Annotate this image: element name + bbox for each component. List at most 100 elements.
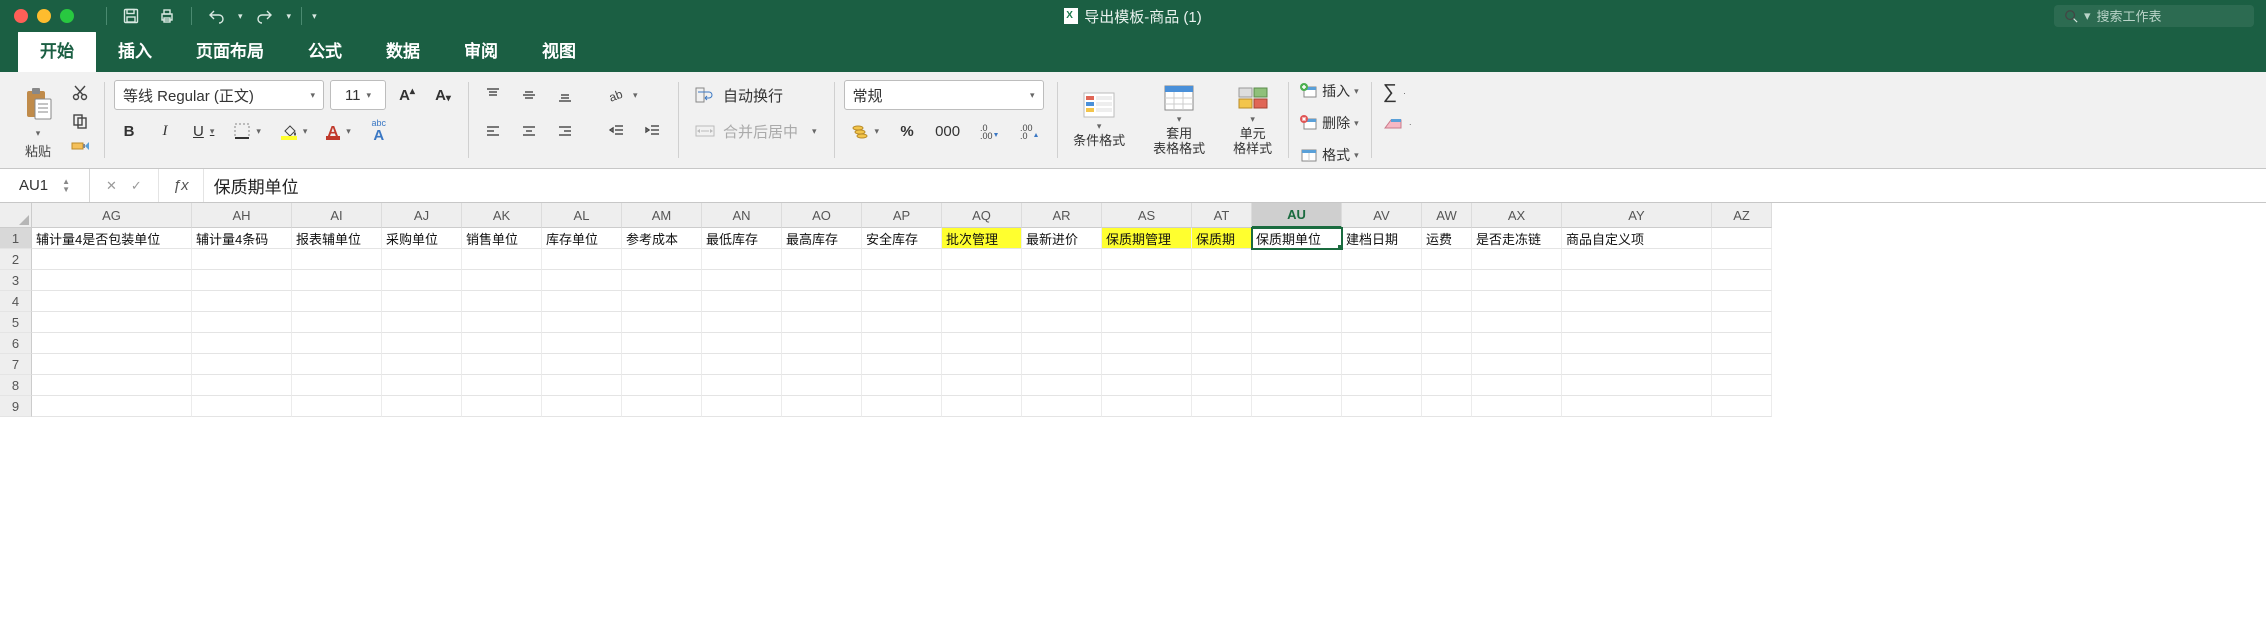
cell-AV8[interactable]: [1342, 375, 1422, 396]
cell-AJ6[interactable]: [382, 333, 462, 354]
cell-AM5[interactable]: [622, 312, 702, 333]
cell-AJ4[interactable]: [382, 291, 462, 312]
column-header-AH[interactable]: AH: [192, 203, 292, 228]
decrease-decimal-button[interactable]: .00.0: [1013, 116, 1047, 146]
cell-AX3[interactable]: [1472, 270, 1562, 291]
cell-AO5[interactable]: [782, 312, 862, 333]
cell-AI3[interactable]: [292, 270, 382, 291]
column-header-AM[interactable]: AM: [622, 203, 702, 228]
select-all-corner[interactable]: [0, 203, 32, 228]
save-icon[interactable]: [117, 4, 145, 28]
cell-AQ8[interactable]: [942, 375, 1022, 396]
cell-AS8[interactable]: [1102, 375, 1192, 396]
cell-AZ3[interactable]: [1712, 270, 1772, 291]
cell-AR5[interactable]: [1022, 312, 1102, 333]
undo-dropdown-icon[interactable]: ▾: [238, 11, 243, 22]
cell-AT3[interactable]: [1192, 270, 1252, 291]
cell-AL8[interactable]: [542, 375, 622, 396]
column-header-AW[interactable]: AW: [1422, 203, 1472, 228]
cell-AK6[interactable]: [462, 333, 542, 354]
cell-AP2[interactable]: [862, 249, 942, 270]
conditional-format-button[interactable]: ▾ 条件格式: [1067, 87, 1131, 151]
row-header-9[interactable]: 9: [0, 396, 32, 417]
align-bottom-button[interactable]: [550, 80, 580, 110]
cell-AX9[interactable]: [1472, 396, 1562, 417]
cell-AH4[interactable]: [192, 291, 292, 312]
cell-styles-button[interactable]: ▾ 单元 格样式: [1227, 80, 1278, 159]
cell-AI5[interactable]: [292, 312, 382, 333]
cell-AR7[interactable]: [1022, 354, 1102, 375]
cell-AS9[interactable]: [1102, 396, 1192, 417]
cell-AO1[interactable]: 最高库存: [782, 228, 862, 249]
cell-AV4[interactable]: [1342, 291, 1422, 312]
percent-format-button[interactable]: %: [892, 116, 922, 146]
tab-review[interactable]: 审阅: [442, 29, 520, 72]
cell-AN5[interactable]: [702, 312, 782, 333]
cell-AR8[interactable]: [1022, 375, 1102, 396]
cell-AZ9[interactable]: [1712, 396, 1772, 417]
cell-AO9[interactable]: [782, 396, 862, 417]
cell-AS6[interactable]: [1102, 333, 1192, 354]
cell-AW4[interactable]: [1422, 291, 1472, 312]
column-header-AJ[interactable]: AJ: [382, 203, 462, 228]
cell-AG1[interactable]: 辅计量4是否包装单位: [32, 228, 192, 249]
autosum-button[interactable]: ∑·: [1381, 80, 1414, 105]
cell-AV5[interactable]: [1342, 312, 1422, 333]
cell-AT8[interactable]: [1192, 375, 1252, 396]
cell-AY8[interactable]: [1562, 375, 1712, 396]
cell-AQ4[interactable]: [942, 291, 1022, 312]
cell-AQ3[interactable]: [942, 270, 1022, 291]
insert-cells-button[interactable]: 插入▾: [1298, 80, 1361, 102]
cell-AS3[interactable]: [1102, 270, 1192, 291]
row-header-6[interactable]: 6: [0, 333, 32, 354]
comma-format-button[interactable]: 000: [928, 116, 967, 146]
wrap-text-button[interactable]: 自动换行: [688, 80, 790, 110]
cell-AW8[interactable]: [1422, 375, 1472, 396]
cell-AH5[interactable]: [192, 312, 292, 333]
cell-AQ6[interactable]: [942, 333, 1022, 354]
clear-button[interactable]: ·: [1381, 115, 1414, 133]
column-header-AN[interactable]: AN: [702, 203, 782, 228]
cell-AR6[interactable]: [1022, 333, 1102, 354]
cell-AN1[interactable]: 最低库存: [702, 228, 782, 249]
column-header-AU[interactable]: AU: [1252, 203, 1342, 228]
cell-AU2[interactable]: [1252, 249, 1342, 270]
cell-AM3[interactable]: [622, 270, 702, 291]
cell-AK3[interactable]: [462, 270, 542, 291]
bold-button[interactable]: B: [114, 116, 144, 146]
redo-icon[interactable]: [251, 4, 279, 28]
cell-AV7[interactable]: [1342, 354, 1422, 375]
cell-AY1[interactable]: 商品自定义项: [1562, 228, 1712, 249]
column-header-AR[interactable]: AR: [1022, 203, 1102, 228]
column-header-AV[interactable]: AV: [1342, 203, 1422, 228]
cell-AI2[interactable]: [292, 249, 382, 270]
cell-AQ5[interactable]: [942, 312, 1022, 333]
cut-button[interactable]: [66, 82, 94, 104]
cell-AK1[interactable]: 销售单位: [462, 228, 542, 249]
cell-AH6[interactable]: [192, 333, 292, 354]
cell-AN8[interactable]: [702, 375, 782, 396]
cell-AO3[interactable]: [782, 270, 862, 291]
cell-AU8[interactable]: [1252, 375, 1342, 396]
increase-indent-button[interactable]: [638, 116, 668, 146]
cell-AX6[interactable]: [1472, 333, 1562, 354]
cell-AN9[interactable]: [702, 396, 782, 417]
cell-AN4[interactable]: [702, 291, 782, 312]
cell-AW2[interactable]: [1422, 249, 1472, 270]
cell-AG9[interactable]: [32, 396, 192, 417]
cell-AM9[interactable]: [622, 396, 702, 417]
cell-AI7[interactable]: [292, 354, 382, 375]
cell-AO2[interactable]: [782, 249, 862, 270]
cell-AT9[interactable]: [1192, 396, 1252, 417]
cell-AV3[interactable]: [1342, 270, 1422, 291]
align-middle-button[interactable]: [514, 80, 544, 110]
font-name-select[interactable]: 等线 Regular (正文)▾: [114, 80, 324, 110]
cell-AX4[interactable]: [1472, 291, 1562, 312]
cell-AT7[interactable]: [1192, 354, 1252, 375]
cell-AK5[interactable]: [462, 312, 542, 333]
cell-AY3[interactable]: [1562, 270, 1712, 291]
tab-insert[interactable]: 插入: [96, 29, 174, 72]
italic-button[interactable]: I: [150, 116, 180, 146]
format-cells-button[interactable]: 格式▾: [1298, 144, 1361, 166]
cell-AJ8[interactable]: [382, 375, 462, 396]
